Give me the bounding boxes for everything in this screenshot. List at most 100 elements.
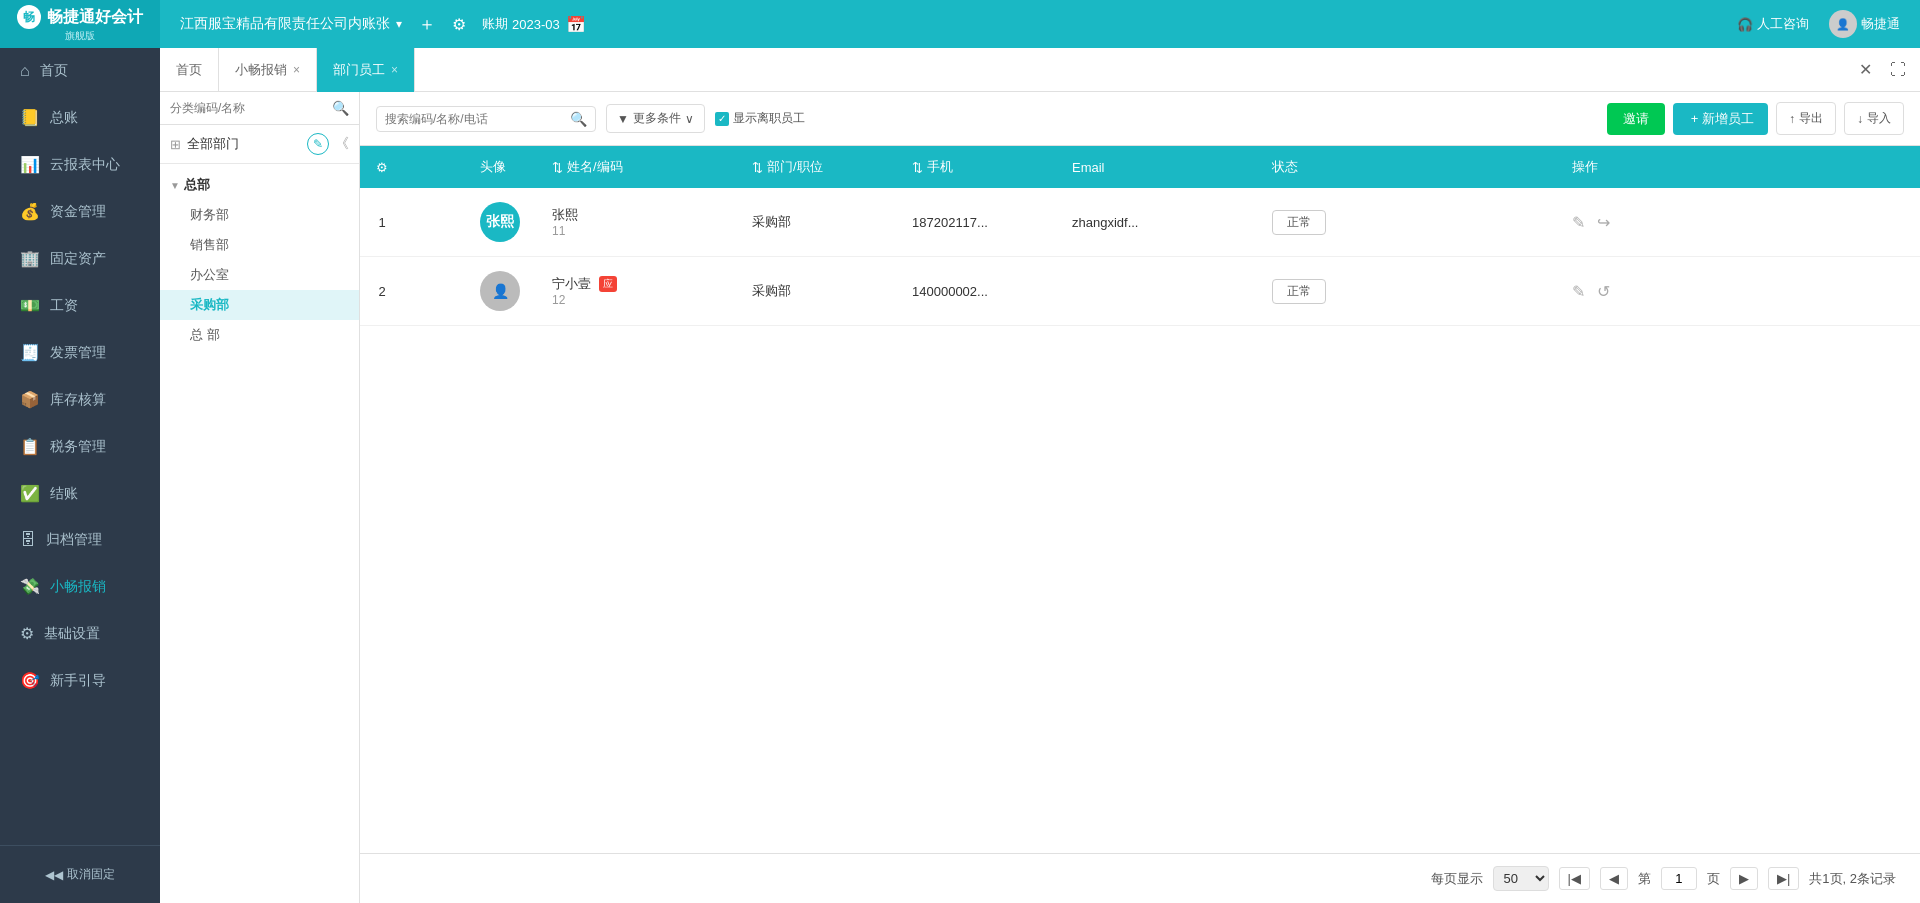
total-info: 共1页, 2条记录 bbox=[1809, 870, 1896, 888]
top-header: 畅 畅捷通好会计 旗舰版 江西服宝精品有限责任公司内账张 ▾ ＋ ⚙ 账期 20… bbox=[0, 0, 1920, 48]
export-button[interactable]: ↑ 导出 bbox=[1776, 102, 1836, 135]
col-status: 状态 bbox=[1256, 146, 1556, 188]
dept-node-sales[interactable]: 销售部 bbox=[160, 230, 359, 260]
per-page-label: 每页显示 bbox=[1431, 870, 1483, 888]
reports-icon: 📊 bbox=[20, 155, 40, 174]
row2-actions: ✎ ↺ bbox=[1556, 257, 1920, 326]
user-name: 畅捷通 bbox=[1861, 15, 1900, 33]
dept-search-input[interactable] bbox=[170, 101, 326, 115]
page-prefix: 第 bbox=[1638, 870, 1651, 888]
unpin-label: 取消固定 bbox=[67, 866, 115, 883]
unpin-button[interactable]: ◀◀ 取消固定 bbox=[0, 856, 160, 893]
employee-search-icon[interactable]: 🔍 bbox=[570, 111, 587, 127]
filter-button[interactable]: ▼ 更多条件 ∨ bbox=[606, 104, 705, 133]
row1-logout-button[interactable]: ↪ bbox=[1597, 213, 1610, 232]
sidebar-item-checkout[interactable]: ✅ 结账 bbox=[0, 470, 160, 517]
import-button[interactable]: ↓ 导入 bbox=[1844, 102, 1904, 135]
row1-email: zhangxidf... bbox=[1056, 188, 1256, 257]
first-page-button[interactable]: |◀ bbox=[1559, 867, 1590, 890]
user-area[interactable]: 👤 畅捷通 bbox=[1829, 10, 1900, 38]
sidebar-item-ledger[interactable]: 📒 总账 bbox=[0, 94, 160, 141]
employee-search-input[interactable] bbox=[385, 112, 566, 126]
sidebar-item-inventory[interactable]: 📦 库存核算 bbox=[0, 376, 160, 423]
show-resigned-label[interactable]: ✓ 显示离职员工 bbox=[715, 110, 805, 127]
sidebar-item-tax[interactable]: 📋 税务管理 bbox=[0, 423, 160, 470]
sidebar-item-archive[interactable]: 🗄 归档管理 bbox=[0, 517, 160, 563]
user-avatar: 👤 bbox=[1829, 10, 1857, 38]
avatar-zhang: 张熙 bbox=[480, 202, 520, 242]
sidebar-item-home[interactable]: ⌂ 首页 bbox=[0, 48, 160, 94]
tab-expand-button[interactable]: ⛶ bbox=[1886, 57, 1910, 83]
page-input[interactable] bbox=[1661, 867, 1697, 890]
import-icon: ↓ bbox=[1857, 112, 1863, 126]
support-button[interactable]: 🎧 人工咨询 bbox=[1737, 15, 1809, 33]
dept-node-office[interactable]: 办公室 bbox=[160, 260, 359, 290]
status-badge-1: 正常 bbox=[1272, 210, 1326, 235]
dept-search-icon[interactable]: 🔍 bbox=[332, 100, 349, 116]
invite-button[interactable]: 邀请 bbox=[1607, 103, 1665, 135]
filter-chevron-icon: ∨ bbox=[685, 112, 694, 126]
row2-edit-button[interactable]: ✎ bbox=[1572, 282, 1585, 301]
filter-icon: ▼ bbox=[617, 112, 629, 126]
tab-expense[interactable]: 小畅报销 × bbox=[219, 48, 317, 92]
tab-expense-close[interactable]: × bbox=[293, 63, 300, 77]
col-dept-position[interactable]: ⇅ 部门/职位 bbox=[736, 146, 896, 188]
tax-icon: 📋 bbox=[20, 437, 40, 456]
sidebar-label-funds: 资金管理 bbox=[50, 203, 106, 221]
tab-employee-label: 部门员工 bbox=[333, 61, 385, 79]
per-page-select[interactable]: 50 20 100 bbox=[1493, 866, 1549, 891]
tab-employee-close[interactable]: × bbox=[391, 63, 398, 77]
tab-home[interactable]: 首页 bbox=[160, 48, 219, 92]
add-employee-button[interactable]: + 新增员工 bbox=[1673, 103, 1768, 135]
sidebar-item-funds[interactable]: 💰 资金管理 bbox=[0, 188, 160, 235]
sidebar-item-salary[interactable]: 💵 工资 bbox=[0, 282, 160, 329]
toolbar-right: 邀请 + 新增员工 ↑ 导出 ↓ 导入 bbox=[1607, 102, 1904, 135]
sidebar-item-invoice[interactable]: 🧾 发票管理 bbox=[0, 329, 160, 376]
row1-actions: ✎ ↪ bbox=[1556, 188, 1920, 257]
dept-node-purchase[interactable]: 采购部 bbox=[160, 290, 359, 320]
row2-tag: 应 bbox=[599, 276, 617, 292]
dept-search-area: 🔍 bbox=[160, 92, 359, 125]
show-resigned-checkbox[interactable]: ✓ bbox=[715, 112, 729, 126]
dept-node-finance[interactable]: 财务部 bbox=[160, 200, 359, 230]
invoice-icon: 🧾 bbox=[20, 343, 40, 362]
sort-icon-mobile: ⇅ bbox=[912, 160, 923, 175]
table-row: 2 👤 宁小壹 应 bbox=[360, 257, 1920, 326]
col-gear[interactable]: ⚙ bbox=[360, 146, 404, 188]
sidebar-item-guide[interactable]: 🎯 新手引导 bbox=[0, 657, 160, 704]
fixed-assets-icon: 🏢 bbox=[20, 249, 40, 268]
dept-edit-button[interactable]: ✎ bbox=[307, 133, 329, 155]
dept-node-hq2[interactable]: 总 部 bbox=[160, 320, 359, 350]
dept-node-hq-toggle[interactable]: ▼ 总部 bbox=[160, 170, 359, 200]
header-add-button[interactable]: ＋ bbox=[418, 12, 436, 36]
dept-collapse-button[interactable]: 《 bbox=[335, 135, 349, 153]
col-name-code-label: 姓名/编码 bbox=[567, 158, 623, 176]
show-resigned-text: 显示离职员工 bbox=[733, 110, 805, 127]
all-dept-label[interactable]: 全部部门 bbox=[187, 135, 301, 153]
col-name-code[interactable]: ⇅ 姓名/编码 bbox=[536, 146, 736, 188]
header-calendar-icon[interactable]: 📅 bbox=[566, 15, 586, 34]
tab-close-window-button[interactable]: ✕ bbox=[1855, 56, 1876, 83]
row1-edit-button[interactable]: ✎ bbox=[1572, 213, 1585, 232]
col-mobile[interactable]: ⇅ 手机 bbox=[896, 146, 1056, 188]
row2-delete-button[interactable]: ↺ bbox=[1597, 282, 1610, 301]
header-dropdown-icon[interactable]: ▾ bbox=[396, 17, 402, 31]
tabs-right: ✕ ⛶ bbox=[1855, 56, 1920, 83]
sort-icon: ⇅ bbox=[552, 160, 563, 175]
sidebar-label-settings: 基础设置 bbox=[44, 625, 100, 643]
next-page-button[interactable]: ▶ bbox=[1730, 867, 1758, 890]
sidebar-item-reports[interactable]: 📊 云报表中心 bbox=[0, 141, 160, 188]
sidebar-item-expense[interactable]: 💸 小畅报销 bbox=[0, 563, 160, 610]
tab-employee[interactable]: 部门员工 × bbox=[317, 48, 415, 92]
sidebar: ⌂ 首页 📒 总账 📊 云报表中心 💰 资金管理 🏢 固定资产 💵 工资 🧾 发… bbox=[0, 48, 160, 903]
header-company[interactable]: 江西服宝精品有限责任公司内账张 bbox=[180, 15, 390, 33]
prev-page-button[interactable]: ◀ bbox=[1600, 867, 1628, 890]
header-settings-button[interactable]: ⚙ bbox=[452, 15, 466, 34]
last-page-button[interactable]: ▶| bbox=[1768, 867, 1799, 890]
row1-status: 正常 bbox=[1256, 188, 1556, 257]
row2-code: 12 bbox=[552, 293, 565, 307]
sidebar-label-checkout: 结账 bbox=[50, 485, 78, 503]
sidebar-label-expense: 小畅报销 bbox=[50, 578, 106, 596]
sidebar-item-fixed-assets[interactable]: 🏢 固定资产 bbox=[0, 235, 160, 282]
sidebar-item-settings[interactable]: ⚙ 基础设置 bbox=[0, 610, 160, 657]
